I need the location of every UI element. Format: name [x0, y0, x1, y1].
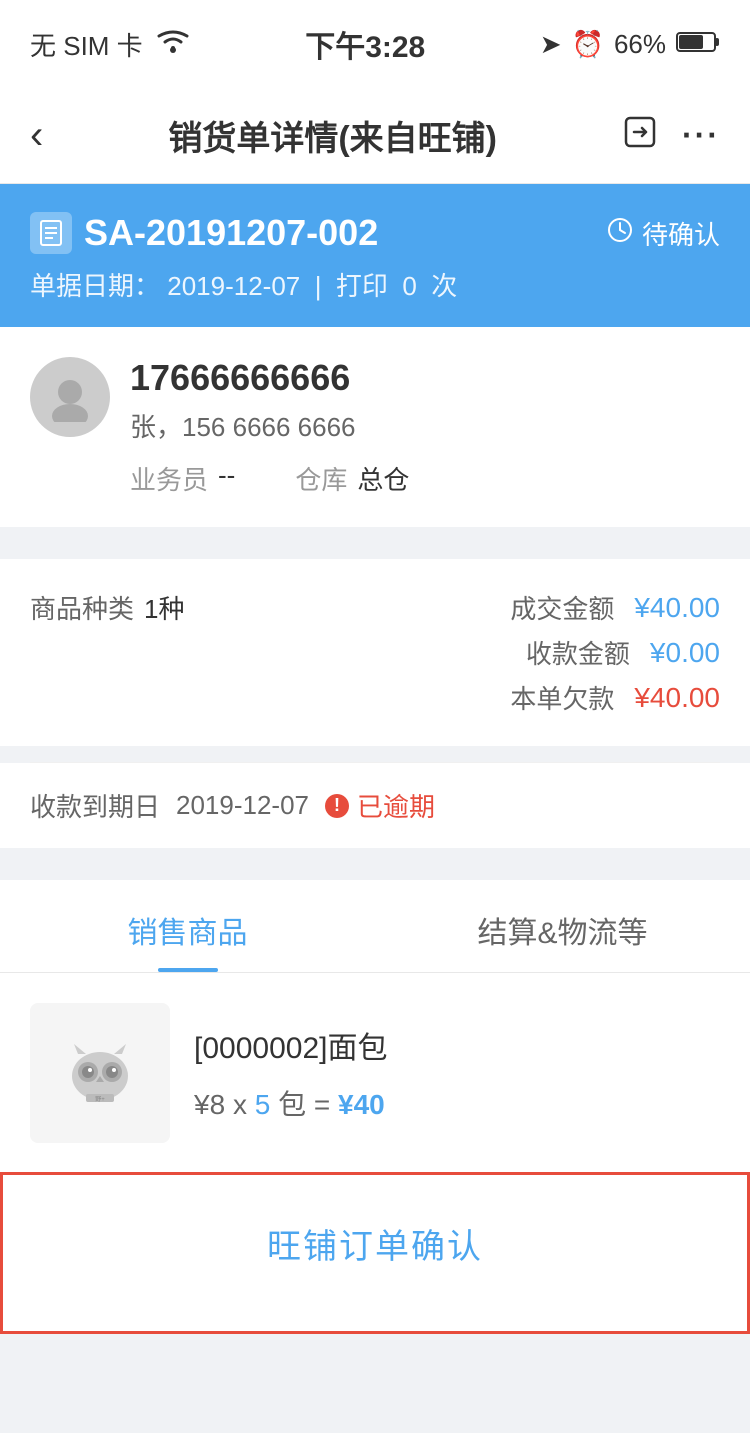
- overdue-label: 已逾期: [357, 787, 435, 824]
- svg-text:野+: 野+: [95, 1095, 105, 1103]
- section-divider-2: [0, 864, 750, 880]
- customer-info: 17666666666 张，156 6666 6666 业务员 -- 仓库 总仓: [130, 357, 720, 497]
- sales-label: 业务员: [130, 460, 208, 497]
- product-price: ¥8 x 5 包 = ¥40: [194, 1083, 720, 1123]
- section-divider-1: [0, 543, 750, 559]
- order-header-top: SA-20191207-002 待确认: [30, 212, 720, 254]
- avatar: [30, 357, 110, 437]
- product-name: [0000002]面包: [194, 1023, 720, 1067]
- more-icon[interactable]: ···: [682, 117, 720, 154]
- back-button[interactable]: ‹: [30, 113, 43, 158]
- product-details: [0000002]面包 ¥8 x 5 包 = ¥40: [194, 1023, 720, 1123]
- order-status-label: 待确认: [642, 215, 720, 252]
- tab-settlement-logistics-label: 结算&物流等: [477, 917, 647, 950]
- wifi-icon: [155, 28, 191, 61]
- summary-right: 成交金额 ¥40.00 收款金额 ¥0.00 本单欠款 ¥40.00: [510, 589, 720, 716]
- transaction-amount-label: 成交金额: [510, 589, 614, 626]
- status-bar: 无 SIM 卡 下午3:28 ➤ ⏰ 66%: [0, 0, 750, 88]
- order-date-value: 2019-12-07: [167, 271, 300, 301]
- confirm-button-wrap: 旺铺订单确认: [0, 1172, 750, 1334]
- order-header: SA-20191207-002 待确认 单据日期： 2019-12-07 | 打…: [0, 184, 750, 327]
- qty-unit: 包: [278, 1089, 306, 1120]
- tab-underline: [158, 968, 218, 972]
- battery-icon: [676, 29, 720, 60]
- overdue-warning-icon: !: [325, 794, 349, 818]
- summary-section: 商品种类 1种 成交金额 ¥40.00 收款金额 ¥0.00 本单欠款 ¥40.…: [0, 559, 750, 746]
- due-date-section: 收款到期日 2019-12-07 ! 已逾期: [0, 763, 750, 848]
- warehouse-label: 仓库: [295, 460, 347, 497]
- sales-value: --: [218, 460, 235, 497]
- alarm-icon: ⏰: [572, 29, 604, 60]
- transaction-amount-value: ¥40.00: [634, 592, 720, 624]
- product-thumb-owl-icon: 野+: [60, 1038, 140, 1108]
- collected-amount-label: 收款金额: [526, 634, 630, 671]
- product-type-label: 商品种类: [30, 589, 134, 626]
- product-item: 野+ [0000002]面包 ¥8 x 5 包 = ¥40: [0, 973, 750, 1173]
- customer-card: 17666666666 张，156 6666 6666 业务员 -- 仓库 总仓: [0, 327, 750, 527]
- carrier-label: 无 SIM 卡: [30, 26, 143, 63]
- product-section: 野+ [0000002]面包 ¥8 x 5 包 = ¥40: [0, 973, 750, 1173]
- tab-settlement-logistics[interactable]: 结算&物流等: [375, 880, 750, 972]
- equals-sign: =: [314, 1089, 330, 1120]
- product-thumbnail: 野+: [30, 1003, 170, 1143]
- nav-bar: ‹ 销货单详情(来自旺铺) ···: [0, 88, 750, 184]
- tab-sales-products[interactable]: 销售商品: [0, 880, 375, 972]
- product-qty: 5: [255, 1089, 271, 1120]
- warehouse-meta: 仓库 总仓: [295, 460, 409, 497]
- tab-bar: 销售商品 结算&物流等: [0, 880, 750, 973]
- summary-row: 商品种类 1种 成交金额 ¥40.00 收款金额 ¥0.00 本单欠款 ¥40.…: [30, 589, 720, 716]
- owed-amount-row: 本单欠款 ¥40.00: [510, 679, 720, 716]
- print-count: 0: [402, 271, 416, 301]
- page-title: 销货单详情(来自旺铺): [168, 111, 497, 160]
- warehouse-value: 总仓: [357, 460, 409, 497]
- location-icon: ➤: [540, 29, 562, 60]
- status-bar-right: ➤ ⏰ 66%: [540, 29, 720, 60]
- due-date-label: 收款到期日: [30, 787, 160, 824]
- customer-meta: 业务员 -- 仓库 总仓: [130, 460, 720, 497]
- order-doc-icon: [30, 212, 72, 254]
- summary-card: 商品种类 1种 成交金额 ¥40.00 收款金额 ¥0.00 本单欠款 ¥40.…: [0, 559, 750, 746]
- transaction-amount-row: 成交金额 ¥40.00: [510, 589, 720, 626]
- status-bar-time: 下午3:28: [305, 22, 425, 66]
- collected-amount-value: ¥0.00: [650, 637, 720, 669]
- print-label: 打印: [336, 271, 388, 301]
- nav-actions: ···: [622, 114, 720, 158]
- sales-meta: 业务员 --: [130, 460, 235, 497]
- order-date-row: 单据日期： 2019-12-07 | 打印 0 次: [30, 266, 720, 303]
- order-status-badge: 待确认: [606, 215, 720, 252]
- collected-amount-row: 收款金额 ¥0.00: [526, 634, 720, 671]
- print-unit: 次: [431, 271, 457, 301]
- status-bar-left: 无 SIM 卡: [30, 26, 191, 63]
- due-date-card: 收款到期日 2019-12-07 ! 已逾期: [0, 763, 750, 848]
- product-total: ¥40: [338, 1089, 385, 1120]
- product-type-value: 1种: [144, 589, 184, 626]
- owed-amount-label: 本单欠款: [510, 679, 614, 716]
- unit-price: ¥8: [194, 1089, 225, 1120]
- confirm-order-button[interactable]: 旺铺订单确认: [33, 1195, 717, 1291]
- order-date-label: 单据日期：: [30, 271, 160, 301]
- battery-label: 66%: [614, 29, 666, 60]
- clock-icon: [606, 216, 634, 251]
- customer-row: 17666666666 张，156 6666 6666 业务员 -- 仓库 总仓: [30, 357, 720, 497]
- order-number: SA-20191207-002: [30, 212, 378, 254]
- overdue-badge: ! 已逾期: [325, 787, 435, 824]
- due-date-value: 2019-12-07: [176, 790, 309, 821]
- summary-left: 商品种类 1种: [30, 589, 184, 626]
- customer-phone: 17666666666: [130, 357, 720, 399]
- customer-section: 17666666666 张，156 6666 6666 业务员 -- 仓库 总仓: [0, 327, 750, 527]
- share-icon[interactable]: [622, 114, 658, 158]
- multiply-sign: x: [233, 1089, 247, 1120]
- customer-name: 张，156 6666 6666: [130, 407, 720, 444]
- owed-amount-value: ¥40.00: [634, 682, 720, 714]
- tab-sales-products-label: 销售商品: [128, 917, 248, 950]
